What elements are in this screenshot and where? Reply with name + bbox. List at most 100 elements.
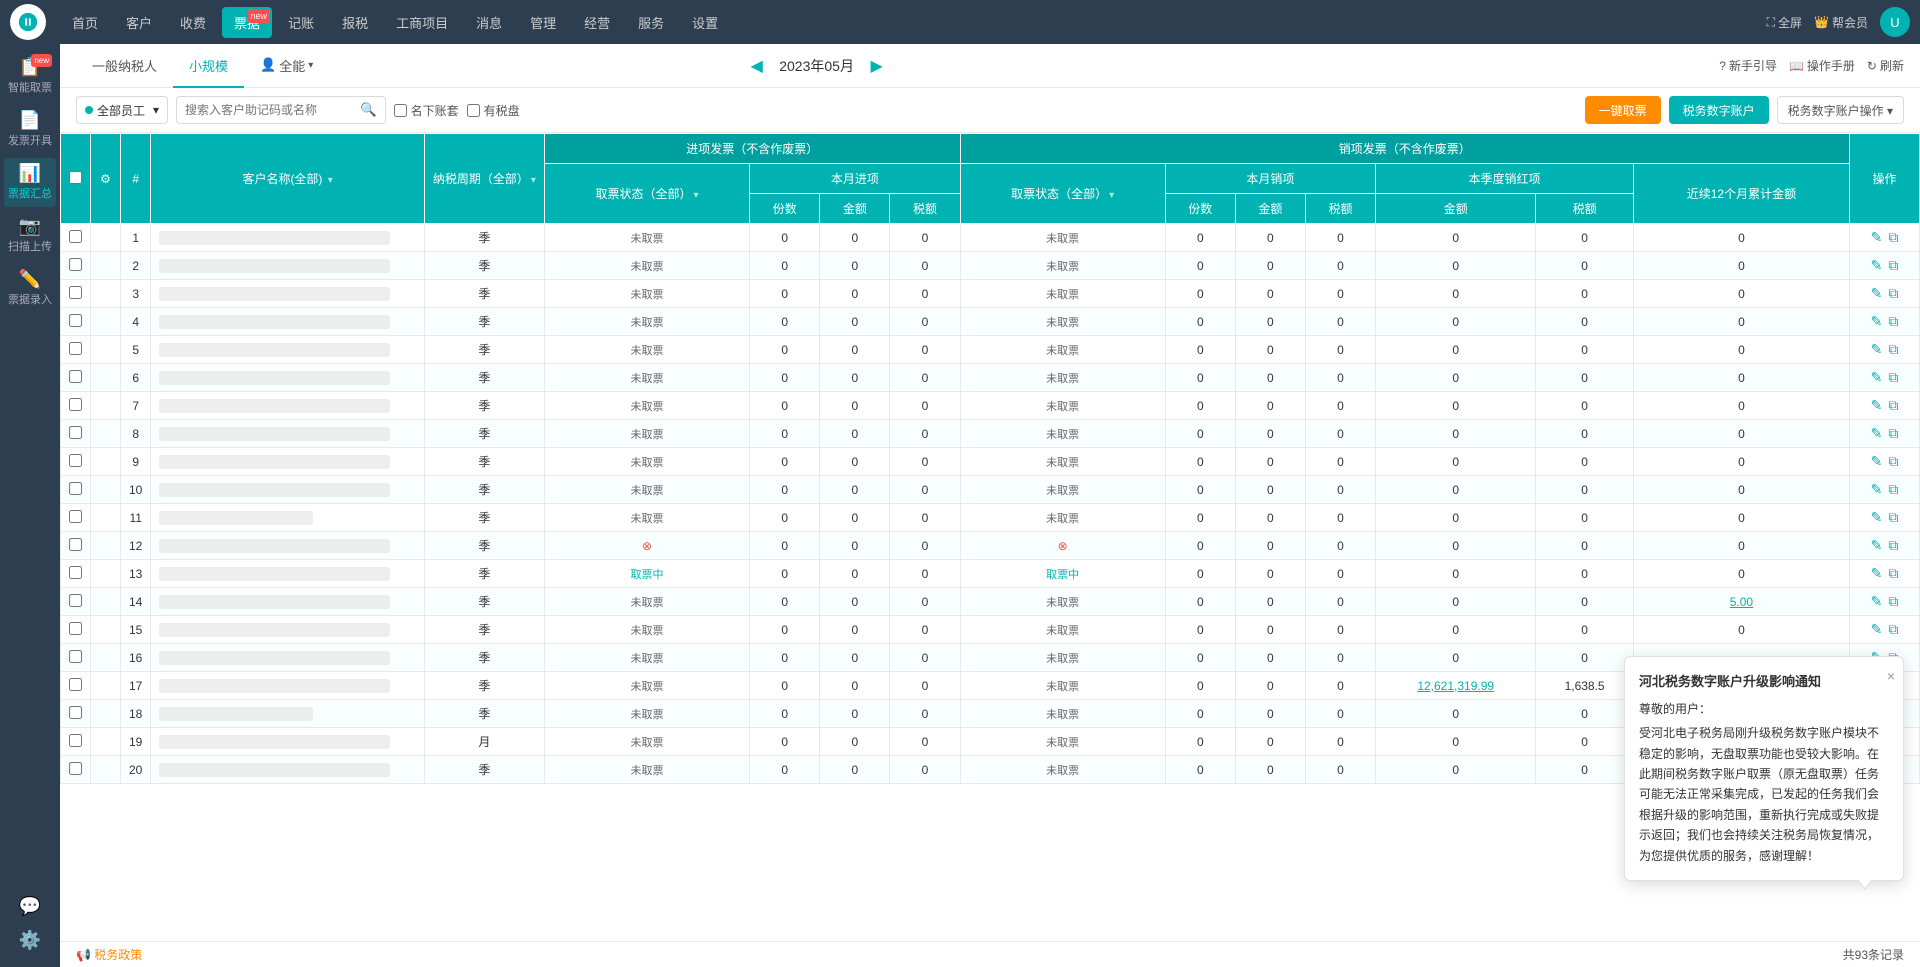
- row-checkbox[interactable]: [69, 258, 82, 271]
- nav-settings[interactable]: 设置: [680, 7, 730, 38]
- sidebar-item-msg[interactable]: 💬: [4, 891, 56, 921]
- cell-checkbox[interactable]: [61, 476, 91, 504]
- cell-checkbox[interactable]: [61, 336, 91, 364]
- row-checkbox[interactable]: [69, 594, 82, 607]
- row-checkbox[interactable]: [69, 398, 82, 411]
- copy-icon[interactable]: ⧉: [1888, 341, 1898, 358]
- fullscreen-button[interactable]: ⛶ 全屏: [1767, 14, 1802, 31]
- checkbox-has-disk-input[interactable]: [467, 104, 480, 117]
- edit-icon[interactable]: ✎: [1871, 565, 1883, 582]
- user-avatar[interactable]: U: [1880, 7, 1910, 37]
- copy-icon[interactable]: ⧉: [1888, 481, 1898, 498]
- out-fetch-filter-icon[interactable]: ▾: [1109, 190, 1114, 201]
- row-checkbox[interactable]: [69, 706, 82, 719]
- cell-checkbox[interactable]: [61, 728, 91, 756]
- copy-icon[interactable]: ⧉: [1888, 229, 1898, 246]
- search-button[interactable]: 🔍: [352, 96, 386, 124]
- row-checkbox[interactable]: [69, 314, 82, 327]
- edit-icon[interactable]: ✎: [1871, 425, 1883, 442]
- cell-checkbox[interactable]: [61, 308, 91, 336]
- cell-checkbox[interactable]: [61, 700, 91, 728]
- cell-checkbox[interactable]: [61, 672, 91, 700]
- row-checkbox[interactable]: [69, 650, 82, 663]
- select-all-checkbox[interactable]: [69, 171, 82, 184]
- edit-icon[interactable]: ✎: [1871, 481, 1883, 498]
- rolling12-link[interactable]: 5.00: [1730, 595, 1753, 609]
- refresh-button[interactable]: ↻ 刷新: [1867, 57, 1904, 74]
- copy-icon[interactable]: ⧉: [1888, 369, 1898, 386]
- edit-icon[interactable]: ✎: [1871, 453, 1883, 470]
- settings-icon[interactable]: ⚙: [100, 172, 111, 186]
- cell-checkbox[interactable]: [61, 532, 91, 560]
- digital-account-action-button[interactable]: 税务数字账户操作 ▾: [1777, 96, 1904, 124]
- row-checkbox[interactable]: [69, 370, 82, 383]
- nav-tax[interactable]: 报税: [330, 7, 380, 38]
- sidebar-item-config[interactable]: ⚙️: [4, 925, 56, 955]
- employee-filter[interactable]: 全部员工 ▾: [76, 96, 168, 124]
- cell-checkbox[interactable]: [61, 280, 91, 308]
- cell-checkbox[interactable]: [61, 504, 91, 532]
- edit-icon[interactable]: ✎: [1871, 229, 1883, 246]
- one-key-fetch-button[interactable]: 一键取票: [1585, 96, 1661, 124]
- tab-all[interactable]: 👤 全能 ▾: [244, 44, 329, 88]
- manual-button[interactable]: 📖 操作手册: [1789, 57, 1855, 74]
- copy-icon[interactable]: ⧉: [1888, 313, 1898, 330]
- guide-button[interactable]: ? 新手引导: [1719, 57, 1777, 74]
- edit-icon[interactable]: ✎: [1871, 593, 1883, 610]
- cell-checkbox[interactable]: [61, 560, 91, 588]
- checkbox-under-account[interactable]: 名下账套: [394, 102, 459, 119]
- copy-icon[interactable]: ⧉: [1888, 257, 1898, 274]
- copy-icon[interactable]: ⧉: [1888, 509, 1898, 526]
- row-checkbox[interactable]: [69, 426, 82, 439]
- tax-policy-link[interactable]: 📢 税务政策: [76, 946, 142, 963]
- month-next-button[interactable]: ▶: [865, 54, 889, 78]
- notification-close-button[interactable]: ×: [1887, 665, 1895, 689]
- month-prev-button[interactable]: ◀: [745, 54, 769, 78]
- row-checkbox[interactable]: [69, 678, 82, 691]
- nav-tickets[interactable]: 票据 new: [222, 7, 272, 38]
- nav-services[interactable]: 服务: [626, 7, 676, 38]
- cell-checkbox[interactable]: [61, 224, 91, 252]
- row-checkbox[interactable]: [69, 566, 82, 579]
- row-checkbox[interactable]: [69, 286, 82, 299]
- row-checkbox[interactable]: [69, 454, 82, 467]
- copy-icon[interactable]: ⧉: [1888, 425, 1898, 442]
- nav-billing[interactable]: 收费: [168, 7, 218, 38]
- sidebar-item-scan[interactable]: 📷 扫描上传: [4, 211, 56, 260]
- edit-icon[interactable]: ✎: [1871, 369, 1883, 386]
- nav-messages[interactable]: 消息: [464, 7, 514, 38]
- sidebar-item-summary[interactable]: 📊 票据汇总: [4, 158, 56, 207]
- cell-checkbox[interactable]: [61, 448, 91, 476]
- cell-checkbox[interactable]: [61, 364, 91, 392]
- copy-icon[interactable]: ⧉: [1888, 537, 1898, 554]
- cell-checkbox[interactable]: [61, 588, 91, 616]
- edit-icon[interactable]: ✎: [1871, 285, 1883, 302]
- cell-checkbox[interactable]: [61, 644, 91, 672]
- sidebar-item-invoice[interactable]: 📄 发票开具: [4, 105, 56, 154]
- search-input[interactable]: [176, 96, 356, 124]
- copy-icon[interactable]: ⧉: [1888, 397, 1898, 414]
- nav-home[interactable]: 首页: [60, 7, 110, 38]
- edit-icon[interactable]: ✎: [1871, 621, 1883, 638]
- edit-icon[interactable]: ✎: [1871, 341, 1883, 358]
- row-checkbox[interactable]: [69, 510, 82, 523]
- checkbox-has-disk[interactable]: 有税盘: [467, 102, 520, 119]
- copy-icon[interactable]: ⧉: [1888, 453, 1898, 470]
- checkbox-under-account-input[interactable]: [394, 104, 407, 117]
- copy-icon[interactable]: ⧉: [1888, 593, 1898, 610]
- copy-icon[interactable]: ⧉: [1888, 565, 1898, 582]
- edit-icon[interactable]: ✎: [1871, 313, 1883, 330]
- period-filter-icon[interactable]: ▾: [531, 175, 536, 186]
- customer-filter-icon[interactable]: ▾: [328, 175, 333, 186]
- edit-icon[interactable]: ✎: [1871, 537, 1883, 554]
- nav-management[interactable]: 管理: [518, 7, 568, 38]
- sidebar-item-entry[interactable]: ✏️ 票据录入: [4, 264, 56, 313]
- row-checkbox[interactable]: [69, 762, 82, 775]
- in-fetch-filter-icon[interactable]: ▾: [694, 190, 699, 201]
- edit-icon[interactable]: ✎: [1871, 257, 1883, 274]
- row-checkbox[interactable]: [69, 482, 82, 495]
- tab-small-scale[interactable]: 小规模: [173, 44, 244, 88]
- cell-checkbox[interactable]: [61, 756, 91, 784]
- row-checkbox[interactable]: [69, 230, 82, 243]
- edit-icon[interactable]: ✎: [1871, 509, 1883, 526]
